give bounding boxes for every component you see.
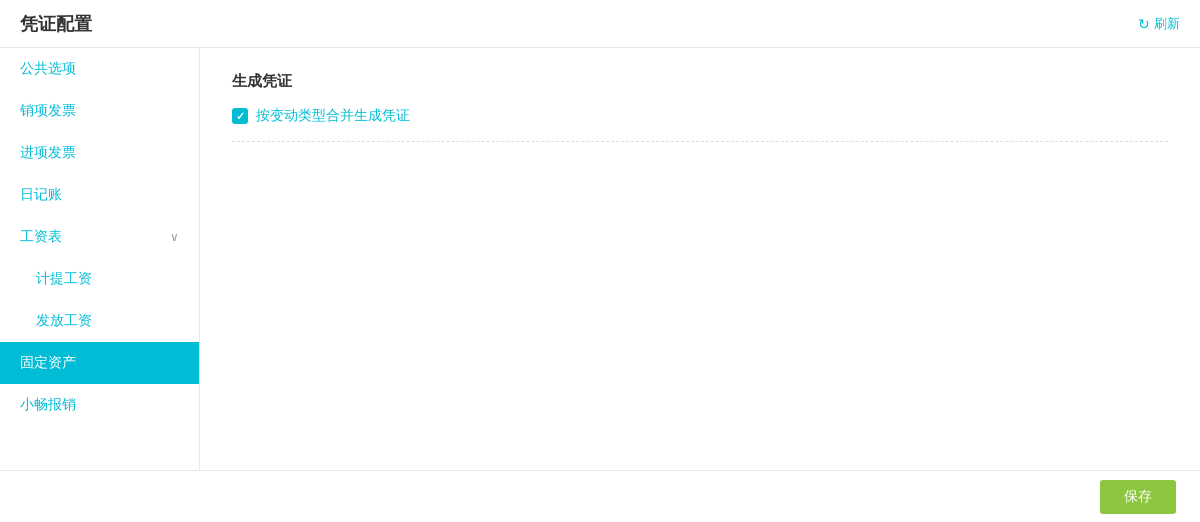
merge-checkbox[interactable]: ✓ bbox=[232, 108, 248, 124]
sidebar-item-label: 小畅报销 bbox=[20, 396, 76, 414]
chevron-down-icon: ∨ bbox=[170, 230, 179, 244]
save-button[interactable]: 保存 bbox=[1100, 480, 1176, 514]
checkbox-label[interactable]: 按变动类型合并生成凭证 bbox=[256, 107, 410, 125]
checkbox-row: ✓ 按变动类型合并生成凭证 bbox=[232, 107, 1168, 125]
sidebar-item-label: 计提工资 bbox=[36, 270, 92, 288]
body-wrapper: 公共选项销项发票进项发票日记账工资表 ∨ 计提工资发放工资固定资产小畅报销 生成凭证… bbox=[0, 48, 1200, 470]
sidebar-item-pay-salary[interactable]: 发放工资 bbox=[0, 300, 199, 342]
main-content: 生成凭证 ✓ 按变动类型合并生成凭证 bbox=[200, 48, 1200, 470]
sidebar-item-label: 销项发票 bbox=[20, 102, 76, 120]
sidebar-item-purchase-invoice[interactable]: 进项发票 bbox=[0, 132, 199, 174]
refresh-button[interactable]: ↻ 刷新 bbox=[1138, 15, 1180, 33]
sidebar-item-label: 进项发票 bbox=[20, 144, 76, 162]
refresh-label: 刷新 bbox=[1154, 15, 1180, 33]
footer: 保存 bbox=[0, 470, 1200, 522]
sidebar-item-journal[interactable]: 日记账 bbox=[0, 174, 199, 216]
sidebar-item-petty-expense[interactable]: 小畅报销 bbox=[0, 384, 199, 426]
sidebar-item-label: 日记账 bbox=[20, 186, 62, 204]
check-icon: ✓ bbox=[236, 111, 245, 122]
header: 凭证配置 ↻ 刷新 bbox=[0, 0, 1200, 48]
sidebar-item-label: 工资表 bbox=[20, 228, 62, 246]
refresh-icon: ↻ bbox=[1138, 16, 1150, 32]
sidebar-item-label: 发放工资 bbox=[36, 312, 92, 330]
sidebar-item-public-options[interactable]: 公共选项 bbox=[0, 48, 199, 90]
sidebar-item-label: 固定资产 bbox=[20, 354, 76, 372]
page-wrapper: 凭证配置 ↻ 刷新 公共选项销项发票进项发票日记账工资表 ∨ 计提工资发放工资固定资… bbox=[0, 0, 1200, 522]
sidebar-item-label: 公共选项 bbox=[20, 60, 76, 78]
page-title: 凭证配置 bbox=[20, 12, 92, 36]
divider bbox=[232, 141, 1168, 142]
sidebar: 公共选项销项发票进项发票日记账工资表 ∨ 计提工资发放工资固定资产小畅报销 bbox=[0, 48, 200, 470]
section-title: 生成凭证 bbox=[232, 72, 1168, 91]
sidebar-item-fixed-assets[interactable]: 固定资产 bbox=[0, 342, 199, 384]
sidebar-item-payroll[interactable]: 工资表 ∨ bbox=[0, 216, 199, 258]
sidebar-item-calc-salary[interactable]: 计提工资 bbox=[0, 258, 199, 300]
sidebar-item-sales-invoice[interactable]: 销项发票 bbox=[0, 90, 199, 132]
